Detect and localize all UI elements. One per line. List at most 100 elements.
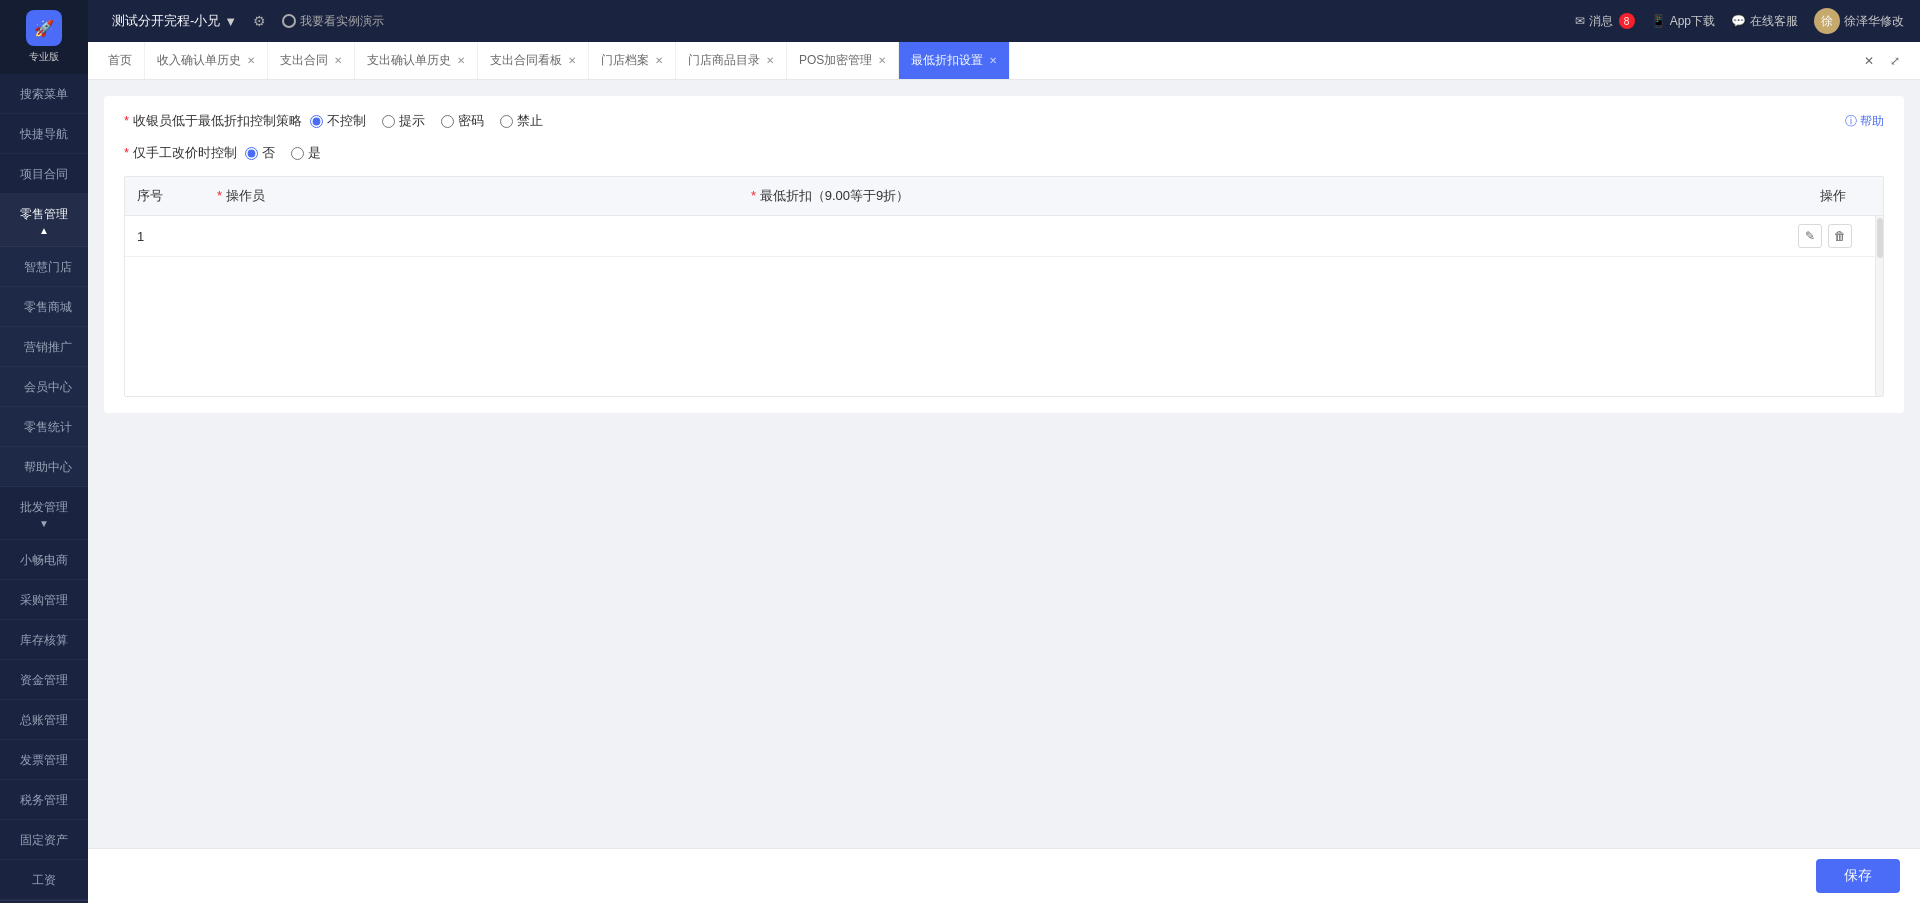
radio-prompt[interactable]: 提示 — [382, 112, 425, 130]
edit-row-button[interactable]: ✎ — [1798, 224, 1822, 248]
radio-yes[interactable]: 是 — [291, 144, 321, 162]
tab-pos-password-close[interactable]: ✕ — [878, 55, 886, 66]
tab-income-history-close[interactable]: ✕ — [247, 55, 255, 66]
message-badge: 8 — [1619, 13, 1635, 29]
tab-store-product-catalog[interactable]: 门店商品目录 ✕ — [676, 42, 787, 80]
message-icon: ✉ — [1575, 14, 1585, 28]
radio-no-control-input[interactable] — [310, 115, 323, 128]
tab-store-file-label: 门店档案 — [601, 52, 649, 69]
demo-label: 我要看实例演示 — [300, 13, 384, 30]
radio-password[interactable]: 密码 — [441, 112, 484, 130]
tabbar-actions: ✕ ⤢ — [1860, 52, 1912, 70]
tab-income-history[interactable]: 收入确认单历史 ✕ — [145, 42, 268, 80]
tab-payment-contract-board[interactable]: 支出合同看板 ✕ — [478, 42, 589, 80]
user-menu-button[interactable]: 徐 徐泽华修改 — [1814, 8, 1904, 34]
demo-circle-icon — [282, 14, 296, 28]
tab-expand-button[interactable]: ⤢ — [1886, 52, 1904, 70]
tab-store-file-close[interactable]: ✕ — [655, 55, 663, 66]
scrollbar-thumb — [1877, 218, 1883, 258]
sidebar-item-quick-nav[interactable]: 快捷导航 — [0, 114, 88, 154]
help-button[interactable]: ⓘ 帮助 — [1845, 113, 1884, 130]
tab-store-product-catalog-close[interactable]: ✕ — [766, 55, 774, 66]
radio-no-control[interactable]: 不控制 — [310, 112, 366, 130]
table-scrollbar[interactable] — [1875, 216, 1883, 396]
tab-close-all-button[interactable]: ✕ — [1860, 52, 1878, 70]
app-download-button[interactable]: 📱 App下载 — [1651, 13, 1715, 30]
topbar-right: ✉ 消息 8 📱 App下载 💬 在线客服 徐 徐泽华修改 — [1575, 8, 1904, 34]
avatar: 徐 — [1814, 8, 1840, 34]
td-operator-1 — [205, 228, 736, 244]
th-discount: 最低折扣（9.00等于9折） — [739, 177, 1783, 215]
message-label: 消息 — [1589, 13, 1613, 30]
tab-payment-contract[interactable]: 支出合同 ✕ — [268, 42, 355, 80]
sidebar-item-inventory[interactable]: 库存核算 — [0, 620, 88, 660]
sidebar-item-capital[interactable]: 资金管理 — [0, 660, 88, 700]
radio-password-input[interactable] — [441, 115, 454, 128]
discount-table: 序号 操作员 最低折扣（9.00等于9折） 操作 1 ✎ 🗑 — [124, 176, 1884, 397]
tab-pos-password-label: POS加密管理 — [799, 52, 872, 69]
radio-forbidden-input[interactable] — [500, 115, 513, 128]
th-seq: 序号 — [125, 177, 205, 215]
radio-no-label: 否 — [262, 144, 275, 162]
sidebar-item-marketing[interactable]: 营销推广 — [0, 327, 88, 367]
sidebar-item-purchase[interactable]: 采购管理 — [0, 580, 88, 620]
tab-pos-password[interactable]: POS加密管理 ✕ — [787, 42, 899, 80]
radio-forbidden[interactable]: 禁止 — [500, 112, 543, 130]
logo-edition: 专业版 — [29, 50, 59, 64]
tab-min-discount-setting-close[interactable]: ✕ — [989, 55, 997, 66]
radio-forbidden-label: 禁止 — [517, 112, 543, 130]
tab-payment-contract-board-close[interactable]: ✕ — [568, 55, 576, 66]
sidebar-item-search[interactable]: 搜索菜单 — [0, 74, 88, 114]
save-button[interactable]: 保存 — [1816, 859, 1900, 893]
sidebar-item-ecommerce[interactable]: 小畅电商 — [0, 540, 88, 580]
td-seq-1: 1 — [125, 221, 205, 252]
tab-payment-contract-board-label: 支出合同看板 — [490, 52, 562, 69]
sidebar-item-general-ledger[interactable]: 总账管理 — [0, 700, 88, 740]
th-operator: 操作员 — [205, 177, 739, 215]
project-selector[interactable]: 测试分开完程-小兄 ▼ — [104, 8, 245, 34]
tab-payment-contract-close[interactable]: ✕ — [334, 55, 342, 66]
sidebar-item-retail-management[interactable]: 零售管理 ▲ — [0, 194, 88, 247]
radio-group-discount-control: 不控制 提示 密码 禁止 — [310, 112, 543, 130]
sidebar-item-invoice[interactable]: 发票管理 — [0, 740, 88, 780]
radio-no-control-label: 不控制 — [327, 112, 366, 130]
message-button[interactable]: ✉ 消息 8 — [1575, 13, 1635, 30]
sidebar-item-project-contract[interactable]: 项目合同 — [0, 154, 88, 194]
radio-prompt-input[interactable] — [382, 115, 395, 128]
tab-home-label: 首页 — [108, 52, 132, 69]
sidebar-item-salary[interactable]: 工资 — [0, 860, 88, 900]
sidebar-item-tax[interactable]: 税务管理 — [0, 780, 88, 820]
demo-button[interactable]: 我要看实例演示 — [282, 13, 384, 30]
sidebar-item-wholesale[interactable]: 批发管理 ▼ — [0, 487, 88, 540]
tab-payment-confirm-history-label: 支出确认单历史 — [367, 52, 451, 69]
download-icon: 📱 — [1651, 14, 1666, 28]
main-area: 测试分开完程-小兄 ▼ ⚙ 我要看实例演示 ✉ 消息 8 📱 App下载 💬 在… — [88, 0, 1920, 903]
project-name: 测试分开完程-小兄 — [112, 12, 220, 30]
user-name: 徐泽华修改 — [1844, 13, 1904, 30]
radio-yes-input[interactable] — [291, 147, 304, 160]
sidebar-item-retail-stats[interactable]: 零售统计 — [0, 407, 88, 447]
tab-min-discount-setting[interactable]: 最低折扣设置 ✕ — [899, 42, 1010, 80]
tab-payment-confirm-history[interactable]: 支出确认单历史 ✕ — [355, 42, 478, 80]
tab-payment-confirm-history-close[interactable]: ✕ — [457, 55, 465, 66]
sidebar-item-fixed-assets[interactable]: 固定资产 — [0, 820, 88, 860]
tab-store-product-catalog-label: 门店商品目录 — [688, 52, 760, 69]
radio-no[interactable]: 否 — [245, 144, 275, 162]
tab-payment-contract-label: 支出合同 — [280, 52, 328, 69]
delete-row-button[interactable]: 🗑 — [1828, 224, 1852, 248]
footer-bar: 保存 — [88, 848, 1920, 903]
topbar-gear-icon[interactable]: ⚙ — [253, 13, 266, 29]
sidebar-item-smart-store[interactable]: 智慧门店 — [0, 247, 88, 287]
sidebar-item-member-center[interactable]: 会员中心 — [0, 367, 88, 407]
radio-no-input[interactable] — [245, 147, 258, 160]
help-icon: ⓘ — [1845, 113, 1857, 130]
form-row-discount-control: 收银员低于最低折扣控制策略 不控制 提示 密码 — [124, 112, 1884, 130]
tab-store-file[interactable]: 门店档案 ✕ — [589, 42, 676, 80]
sidebar-item-help-center[interactable]: 帮助中心 — [0, 447, 88, 487]
online-service-button[interactable]: 💬 在线客服 — [1731, 13, 1798, 30]
sidebar-logo: 🚀 专业版 — [0, 0, 88, 74]
chevron-up-icon: ▲ — [39, 225, 49, 236]
sidebar-item-retail-mall[interactable]: 零售商城 — [0, 287, 88, 327]
field1-label: 收银员低于最低折扣控制策略 — [124, 112, 302, 130]
tab-home[interactable]: 首页 — [96, 42, 145, 80]
